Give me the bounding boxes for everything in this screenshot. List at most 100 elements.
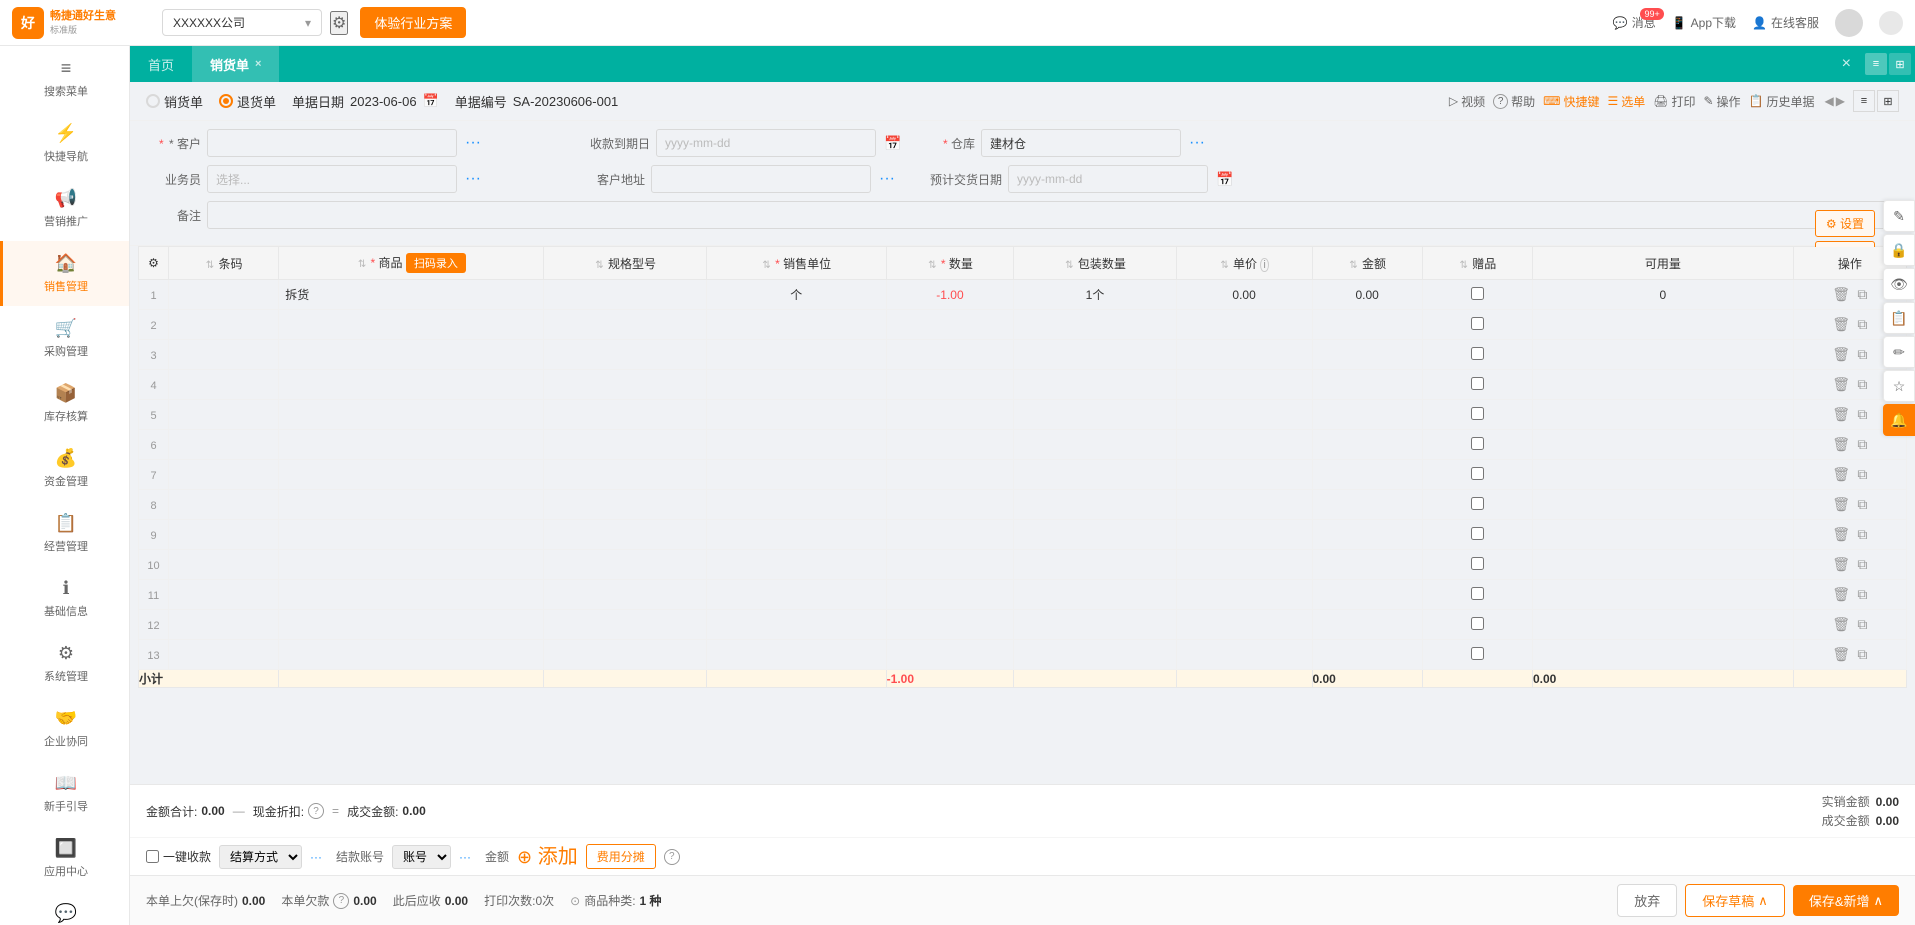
copy-row-btn-8[interactable]: ⧉ xyxy=(1855,526,1869,543)
cell-sales-unit-11[interactable] xyxy=(706,610,886,640)
radio-return-order[interactable]: 退货单 xyxy=(219,92,276,111)
cell-product-3[interactable] xyxy=(279,370,544,400)
one-click-payment[interactable]: 一键收款 xyxy=(146,848,211,865)
cell-pack-qty-9[interactable] xyxy=(1014,550,1176,580)
payment-date-icon[interactable]: 📅 xyxy=(884,135,901,152)
cell-amount-10[interactable] xyxy=(1312,580,1422,610)
date-icon[interactable]: 📅 xyxy=(423,93,439,109)
rfb-clipboard[interactable]: 📋 xyxy=(1883,302,1915,334)
fee-split-btn[interactable]: 费用分摊 xyxy=(586,844,656,869)
one-click-checkbox[interactable] xyxy=(146,850,159,863)
customer-dots[interactable]: ··· xyxy=(465,134,481,152)
cell-pack-qty-8[interactable] xyxy=(1014,520,1176,550)
cell-quantity-9[interactable] xyxy=(886,550,1014,580)
settings-icon-btn[interactable]: ⚙ xyxy=(330,11,348,35)
cell-product-6[interactable] xyxy=(279,460,544,490)
copy-row-btn-12[interactable]: ⧉ xyxy=(1855,646,1869,663)
cell-amount-1[interactable] xyxy=(1312,310,1422,340)
account-select[interactable]: 账号 xyxy=(392,845,451,869)
save-new-btn[interactable]: 保存&新增 ∧ xyxy=(1793,885,1899,916)
unit-price-info[interactable]: i xyxy=(1260,258,1268,272)
cell-sales-unit-6[interactable] xyxy=(706,460,886,490)
cell-pack-qty-5[interactable] xyxy=(1014,430,1176,460)
cell-amount-5[interactable] xyxy=(1312,430,1422,460)
rfb-pencil[interactable]: ✏ xyxy=(1883,336,1915,368)
cell-unit-price-6[interactable] xyxy=(1176,460,1312,490)
rfb-orange[interactable]: 🔔 xyxy=(1883,404,1915,436)
cell-unit-price-7[interactable] xyxy=(1176,490,1312,520)
payment-date-input[interactable]: yyyy-mm-dd xyxy=(656,129,876,157)
cell-spec-1[interactable] xyxy=(544,310,706,340)
sidebar-item-inventory[interactable]: 📦 库存核算 xyxy=(0,371,129,436)
customer-input[interactable] xyxy=(207,129,457,157)
tab-home[interactable]: 首页 xyxy=(130,46,192,82)
sidebar-item-management[interactable]: 📋 经营管理 xyxy=(0,501,129,566)
cell-pack-qty-0[interactable]: 1个 xyxy=(1014,280,1176,310)
cell-pack-qty-2[interactable] xyxy=(1014,340,1176,370)
salesperson-input[interactable]: 选择... xyxy=(207,165,457,193)
cell-product-8[interactable] xyxy=(279,520,544,550)
cell-barcode-9[interactable] xyxy=(169,550,279,580)
cell-sales-unit-1[interactable] xyxy=(706,310,886,340)
gift-checkbox-1[interactable] xyxy=(1471,317,1484,330)
cell-gift-6[interactable] xyxy=(1422,460,1532,490)
delete-row-btn-12[interactable]: 🗑 xyxy=(1830,646,1852,663)
sidebar-item-app-center[interactable]: 🔲 应用中心 xyxy=(0,826,129,891)
shortcut-action[interactable]: ⌨ 快捷键 xyxy=(1543,93,1599,110)
account-dots[interactable]: ··· xyxy=(459,850,471,864)
cell-unit-price-9[interactable] xyxy=(1176,550,1312,580)
gift-checkbox-4[interactable] xyxy=(1471,407,1484,420)
nav-close-btn[interactable]: × xyxy=(1830,55,1863,73)
cell-barcode-1[interactable] xyxy=(169,310,279,340)
cell-sales-unit-7[interactable] xyxy=(706,490,886,520)
cell-gift-4[interactable] xyxy=(1422,400,1532,430)
radio-sales-order[interactable]: 销货单 xyxy=(146,92,203,111)
print-action[interactable]: 🖨 打印 xyxy=(1653,93,1695,110)
cell-pack-qty-3[interactable] xyxy=(1014,370,1176,400)
help-action[interactable]: ? 帮助 xyxy=(1493,93,1535,110)
copy-row-btn-11[interactable]: ⧉ xyxy=(1855,616,1869,633)
delete-row-btn-0[interactable]: 🗑 xyxy=(1830,286,1852,303)
cell-gift-9[interactable] xyxy=(1422,550,1532,580)
cell-spec-12[interactable] xyxy=(544,640,706,670)
cell-product-12[interactable] xyxy=(279,640,544,670)
cell-quantity-3[interactable] xyxy=(886,370,1014,400)
cell-quantity-12[interactable] xyxy=(886,640,1014,670)
cell-barcode-8[interactable] xyxy=(169,520,279,550)
total-owe-info[interactable]: ? xyxy=(333,893,349,909)
delete-row-btn-8[interactable]: 🗑 xyxy=(1830,526,1852,543)
gift-checkbox-5[interactable] xyxy=(1471,437,1484,450)
cell-spec-2[interactable] xyxy=(544,340,706,370)
delete-row-btn-4[interactable]: 🗑 xyxy=(1830,406,1852,423)
cell-spec-0[interactable] xyxy=(544,280,706,310)
cell-barcode-3[interactable] xyxy=(169,370,279,400)
cell-quantity-7[interactable] xyxy=(886,490,1014,520)
cell-barcode-5[interactable] xyxy=(169,430,279,460)
cell-gift-11[interactable] xyxy=(1422,610,1532,640)
copy-row-btn-5[interactable]: ⧉ xyxy=(1855,436,1869,453)
rfb-star[interactable]: ☆ xyxy=(1883,370,1915,402)
cell-amount-9[interactable] xyxy=(1312,550,1422,580)
online-service-btn[interactable]: 👤 在线客服 xyxy=(1752,14,1819,31)
warehouse-input[interactable]: 建材仓 xyxy=(981,129,1181,157)
cell-product-11[interactable] xyxy=(279,610,544,640)
warehouse-dots[interactable]: ··· xyxy=(1189,134,1205,152)
cell-quantity-10[interactable] xyxy=(886,580,1014,610)
cell-amount-8[interactable] xyxy=(1312,520,1422,550)
list-icon-btn[interactable]: ≡ xyxy=(1853,90,1875,112)
cell-pack-qty-7[interactable] xyxy=(1014,490,1176,520)
cell-product-4[interactable] xyxy=(279,400,544,430)
cell-sales-unit-3[interactable] xyxy=(706,370,886,400)
cell-spec-9[interactable] xyxy=(544,550,706,580)
copy-row-btn-10[interactable]: ⧉ xyxy=(1855,586,1869,603)
cell-gift-10[interactable] xyxy=(1422,580,1532,610)
gift-checkbox-6[interactable] xyxy=(1471,467,1484,480)
settlement-method-select[interactable]: 结算方式 xyxy=(219,845,302,869)
cell-unit-price-4[interactable] xyxy=(1176,400,1312,430)
gift-checkbox-9[interactable] xyxy=(1471,557,1484,570)
cell-barcode-10[interactable] xyxy=(169,580,279,610)
cell-gift-7[interactable] xyxy=(1422,490,1532,520)
cell-gift-0[interactable] xyxy=(1422,280,1532,310)
cell-sales-unit-8[interactable] xyxy=(706,520,886,550)
delete-row-btn-3[interactable]: 🗑 xyxy=(1830,376,1852,393)
